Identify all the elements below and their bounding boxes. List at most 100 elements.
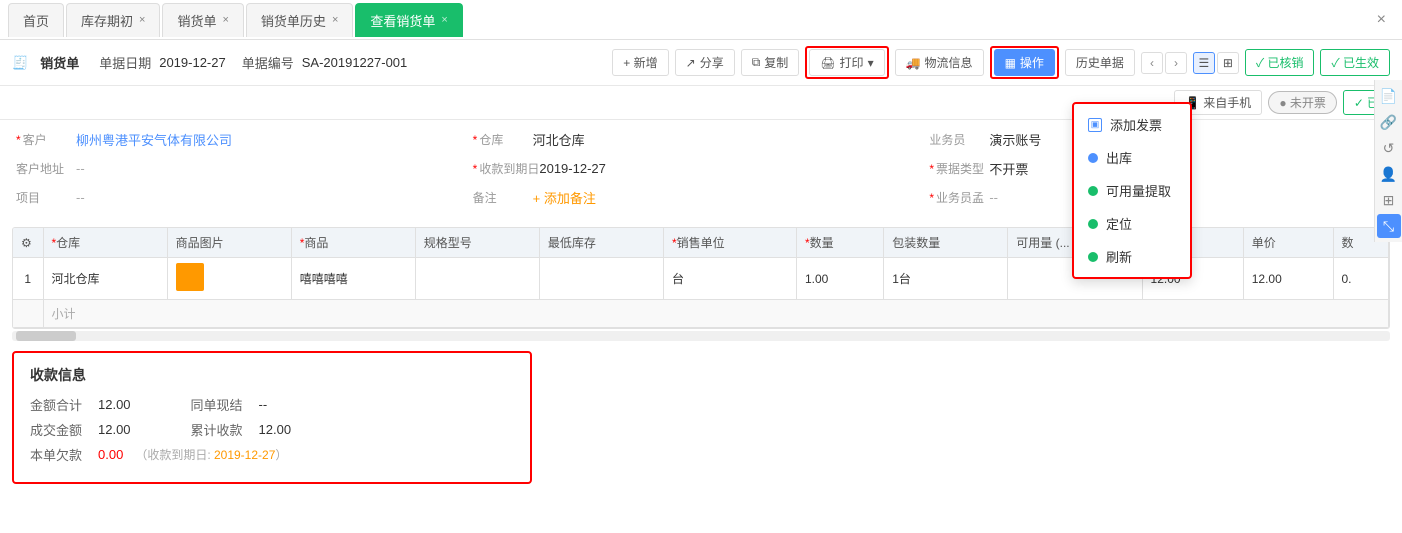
sidebar-reload-icon[interactable]: ↺ — [1377, 136, 1401, 160]
refresh-dot — [1088, 252, 1098, 262]
history-button[interactable]: 历史单据 — [1065, 49, 1135, 76]
right-sidebar: 📄 🔗 ↺ 👤 ⊞ ⤡ — [1374, 80, 1402, 242]
tab-sales-history-label: 销货单历史 — [261, 11, 326, 30]
copy-button[interactable]: ⧉ 复制 — [741, 49, 800, 76]
sidebar-table-icon[interactable]: ⊞ — [1377, 188, 1401, 212]
col-product-img: 商品图片 — [167, 228, 291, 258]
col-quantity: *数量 — [796, 228, 883, 258]
same-order-settle-value: -- — [259, 397, 268, 412]
cell-amount: 0. — [1333, 258, 1389, 300]
horizontal-scrollbar[interactable] — [12, 331, 1390, 341]
cell-spec — [415, 258, 539, 300]
payment-row-1: 金额合计 12.00 同单现结 -- — [30, 395, 514, 414]
due-date-label: 收款到期日 — [473, 160, 540, 177]
tab-bar: 首页 库存期初 × 销货单 × 销货单历史 × 查看销货单 × × — [0, 0, 1402, 40]
project-field: 项目 -- — [16, 189, 473, 206]
tab-view-sales[interactable]: 查看销货单 × — [355, 3, 462, 37]
sidebar-doc-icon[interactable]: 📄 — [1377, 84, 1401, 108]
print-dropdown-icon: ▾ — [868, 56, 874, 70]
invoice-type-label: 票据类型 — [929, 160, 989, 177]
tab-inventory-init-label: 库存期初 — [81, 11, 133, 30]
payment-info-box: 收款信息 金额合计 12.00 同单现结 -- 成交金额 12.00 累计收款 — [12, 351, 532, 484]
available-qty-label: 可用量提取 — [1106, 181, 1171, 200]
tab-sales-history[interactable]: 销货单历史 × — [246, 3, 353, 37]
print-icon: 🖨 — [820, 56, 835, 70]
grid-view-button[interactable]: ⊞ — [1217, 52, 1239, 74]
doc-icon: 🧾 — [12, 55, 28, 71]
warehouse-value: 河北仓库 — [533, 130, 585, 149]
tab-sales-order[interactable]: 销货单 × — [162, 3, 243, 37]
customer-label: 客户 — [16, 131, 76, 148]
amount-total-field: 金额合计 12.00 — [30, 395, 131, 414]
col-unit-price: 单价 — [1243, 228, 1333, 258]
tab-view-sales-close[interactable]: × — [441, 14, 447, 26]
view-icons: ☰ ⊞ — [1193, 52, 1239, 74]
payment-row-2: 成交金额 12.00 累计收款 12.00 — [30, 420, 514, 439]
outbound-dot — [1088, 153, 1098, 163]
outbound-label: 出库 — [1106, 148, 1132, 167]
main-toolbar: 🧾 销货单 单据日期 2019-12-27 单据编号 SA-20191227-0… — [0, 40, 1402, 86]
salesperson-value: -- — [989, 190, 998, 205]
yishengxiao-button[interactable]: ✓ 已生效 — [1320, 49, 1390, 76]
cell-product: 嘻嘻嘻嘻 — [291, 258, 415, 300]
col-sales-unit: *销售单位 — [663, 228, 796, 258]
order-balance-suffix: （收款到期日: 2019-12-27） — [135, 446, 287, 463]
cell-min-stock — [539, 258, 663, 300]
sidebar-resize-icon[interactable]: ⤡ — [1377, 214, 1401, 238]
operations-button[interactable]: ▦ 操作 — [994, 49, 1055, 76]
due-date-value: 2019-12-27 — [539, 161, 606, 176]
employee-value: 演示账号 — [989, 130, 1041, 149]
col-settings[interactable]: ⚙ — [13, 228, 43, 258]
dropdown-add-invoice[interactable]: ▣ 添加发票 — [1074, 108, 1190, 141]
print-button[interactable]: 🖨 打印 ▾ — [809, 49, 884, 76]
sidebar-link-icon[interactable]: 🔗 — [1377, 110, 1401, 134]
employee-label: 业务员 — [929, 131, 989, 148]
invoice-type-value: 不开票 — [989, 159, 1028, 178]
grid-icon: ▦ — [1005, 56, 1016, 70]
yihexiao-button[interactable]: ✓ 已核销 — [1245, 49, 1315, 76]
scroll-thumb[interactable] — [16, 331, 76, 341]
subtotal-cell — [13, 300, 43, 328]
dropdown-available-qty[interactable]: 可用量提取 — [1074, 174, 1190, 207]
logistics-button[interactable]: 🚚 物流信息 — [895, 49, 984, 76]
subtotal-label: 小计 — [43, 300, 1389, 328]
project-value: -- — [76, 190, 85, 205]
cell-row-num: 1 — [13, 258, 43, 300]
doc-date-label: 单据日期 2019-12-27 — [99, 53, 226, 72]
dropdown-refresh[interactable]: 刷新 — [1074, 240, 1190, 273]
customer-field: 客户 柳州粤港平安气体有限公司 — [16, 130, 473, 149]
deal-amount-label: 成交金额 — [30, 420, 90, 439]
tab-home-label: 首页 — [23, 11, 49, 30]
deal-amount-field: 成交金额 12.00 — [30, 420, 131, 439]
add-note-button[interactable]: + 添加备注 — [533, 188, 596, 207]
tab-sales-history-close[interactable]: × — [332, 14, 338, 26]
list-view-button[interactable]: ☰ — [1193, 52, 1215, 74]
amount-total-value: 12.00 — [98, 397, 131, 412]
refresh-label: 刷新 — [1106, 247, 1132, 266]
dropdown-outbound[interactable]: 出库 — [1074, 141, 1190, 174]
salesperson-label: 业务员孟 — [929, 189, 989, 206]
operations-dropdown: ▣ 添加发票 出库 可用量提取 定位 刷新 — [1072, 102, 1192, 279]
share-button[interactable]: ↗ 分享 — [675, 49, 735, 76]
product-image — [176, 263, 204, 291]
cell-pack-qty: 1台 — [884, 258, 1008, 300]
tab-inventory-init-close[interactable]: × — [139, 14, 145, 26]
prev-arrow[interactable]: ‹ — [1141, 52, 1163, 74]
note-field: 备注 + 添加备注 — [473, 188, 930, 207]
tab-inventory-init[interactable]: 库存期初 × — [66, 3, 160, 37]
cell-sales-unit: 台 — [663, 258, 796, 300]
order-balance-value: 0.00 — [98, 447, 123, 462]
new-button[interactable]: + 新增 — [612, 49, 668, 76]
available-qty-dot — [1088, 186, 1098, 196]
same-order-settle-field: 同单现结 -- — [191, 395, 268, 414]
tab-sales-order-close[interactable]: × — [222, 14, 228, 26]
next-arrow[interactable]: › — [1165, 52, 1187, 74]
sidebar-user-icon[interactable]: 👤 — [1377, 162, 1401, 186]
order-balance-label: 本单欠款 — [30, 445, 90, 464]
dropdown-locate[interactable]: 定位 — [1074, 207, 1190, 240]
cell-unit-price: 12.00 — [1243, 258, 1333, 300]
tab-home[interactable]: 首页 — [8, 3, 64, 37]
window-close-button[interactable]: × — [1369, 11, 1394, 29]
circle-icon: ● — [1279, 96, 1286, 110]
customer-value[interactable]: 柳州粤港平安气体有限公司 — [76, 130, 232, 149]
